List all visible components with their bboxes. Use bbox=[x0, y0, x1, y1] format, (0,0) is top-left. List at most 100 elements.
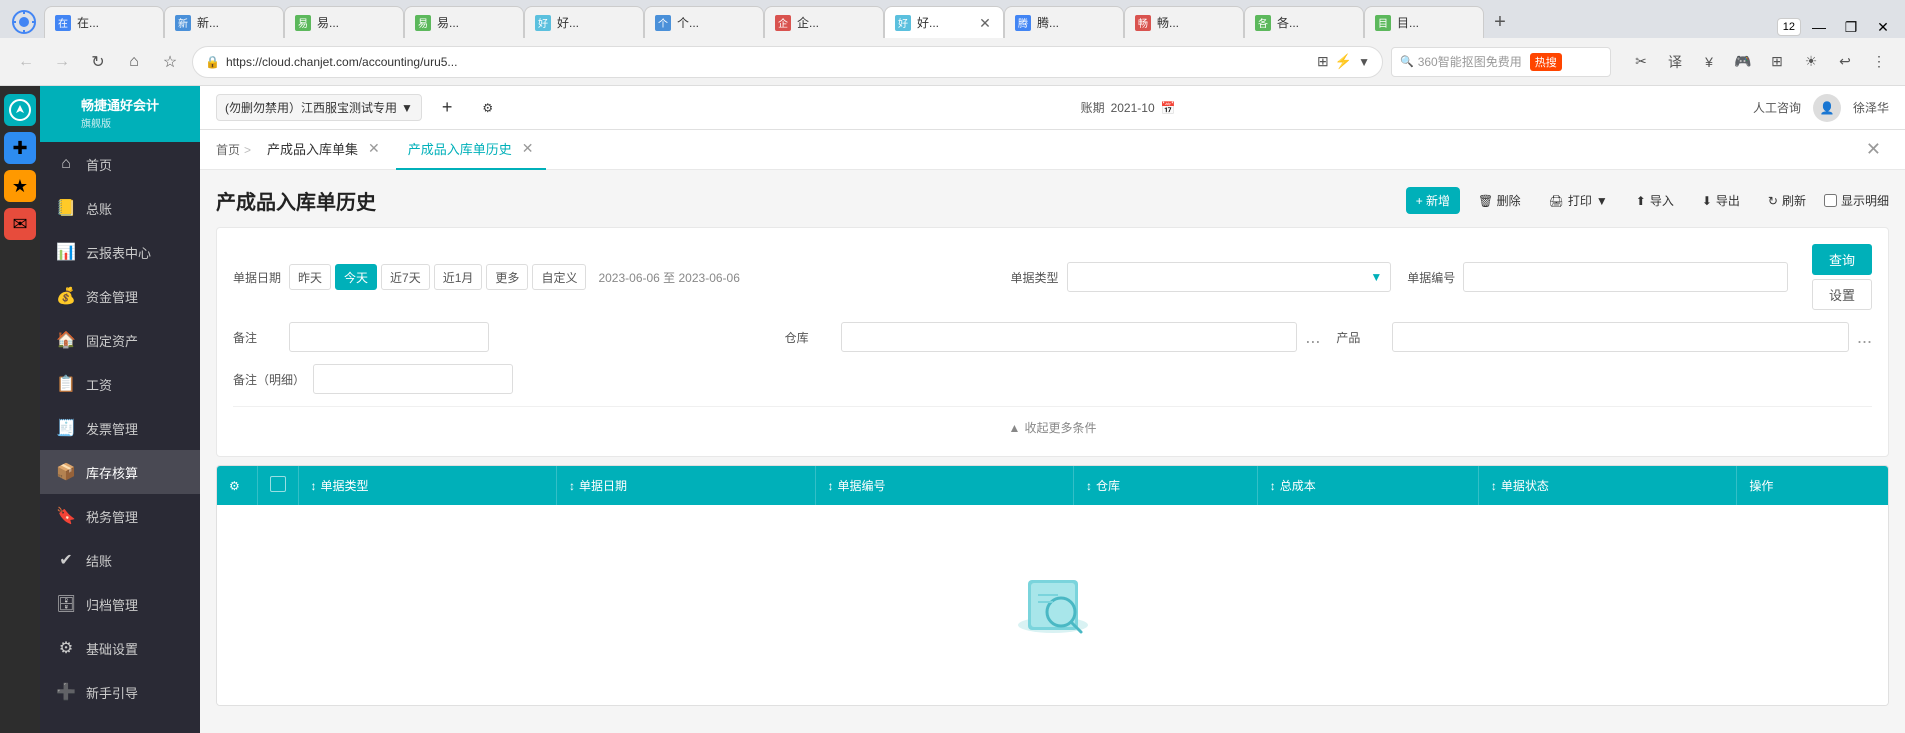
tab-8[interactable]: 好 好... ✕ bbox=[884, 6, 1004, 38]
sidebar-item-invoice[interactable]: 🧾 发票管理 bbox=[40, 406, 200, 450]
sidebar-item-inventory[interactable]: 📦 库存核算 bbox=[40, 450, 200, 494]
grid2-icon[interactable]: ⊞ bbox=[1763, 48, 1791, 76]
bolt-icon[interactable]: ⚡ bbox=[1335, 53, 1352, 70]
sidebar-item-fixed-assets[interactable]: 🏠 固定资产 bbox=[40, 318, 200, 362]
back-button[interactable]: ← bbox=[12, 48, 40, 76]
tab-5[interactable]: 好 好... bbox=[524, 6, 644, 38]
refresh-page-button[interactable]: ↻ 刷新 bbox=[1758, 187, 1816, 214]
breadcrumb-history-close[interactable]: ✕ bbox=[522, 140, 534, 157]
detail-remark-group: 备注（明细） bbox=[233, 364, 1872, 394]
sidebar-item-guide[interactable]: ➕ 新手引导 bbox=[40, 670, 200, 714]
tab-1[interactable]: 在 在... bbox=[44, 6, 164, 38]
tab-9[interactable]: 腾 腾... bbox=[1004, 6, 1124, 38]
app-icon-main[interactable] bbox=[4, 94, 36, 126]
display-detail-label[interactable]: 显示明细 bbox=[1824, 192, 1889, 209]
topbar-settings-button[interactable]: ⚙ bbox=[472, 96, 503, 120]
th-gear[interactable]: ⚙ bbox=[217, 466, 257, 505]
sidebar-item-tax[interactable]: 🔖 税务管理 bbox=[40, 494, 200, 538]
date-btn-month[interactable]: 近1月 bbox=[434, 264, 483, 290]
query-button[interactable]: 查询 bbox=[1812, 244, 1872, 275]
tab-11[interactable]: 各 各... bbox=[1244, 6, 1364, 38]
tab-8-close[interactable]: ✕ bbox=[977, 15, 993, 31]
game-icon[interactable]: 🎮 bbox=[1729, 48, 1757, 76]
sidebar-item-basic[interactable]: ⚙ 基础设置 bbox=[40, 626, 200, 670]
date-btn-yesterday[interactable]: 昨天 bbox=[289, 264, 331, 290]
tab-7[interactable]: 企 企... bbox=[764, 6, 884, 38]
sidebar-item-funds[interactable]: 💰 资金管理 bbox=[40, 274, 200, 318]
tab-10[interactable]: 畅 畅... bbox=[1124, 6, 1244, 38]
sidebar-item-basic-label: 基础设置 bbox=[86, 639, 184, 658]
close-window-button[interactable]: ✕ bbox=[1869, 16, 1897, 38]
maximize-button[interactable]: ❐ bbox=[1837, 16, 1865, 38]
home-button[interactable]: ⌂ bbox=[120, 48, 148, 76]
translate-icon[interactable]: 译 bbox=[1661, 48, 1689, 76]
breadcrumb-tab-list[interactable]: 产成品入库单集 ✕ bbox=[255, 130, 392, 170]
grid-icon[interactable]: ⊞ bbox=[1317, 53, 1329, 70]
app-icon-blue[interactable]: ✚ bbox=[4, 132, 36, 164]
th-check[interactable] bbox=[257, 466, 298, 505]
sun-icon[interactable]: ☀ bbox=[1797, 48, 1825, 76]
export-button[interactable]: ⬇ 导出 bbox=[1692, 187, 1750, 214]
address-dropdown-icon[interactable]: ▼ bbox=[1358, 55, 1370, 69]
sidebar-item-ledger[interactable]: 📒 总账 bbox=[40, 186, 200, 230]
print-button[interactable]: 🖨 🖨 打印 打印 ▼ bbox=[1539, 187, 1618, 214]
doc-no-input[interactable] bbox=[1463, 262, 1788, 292]
th-doc-date[interactable]: ↕ 单据日期 bbox=[557, 466, 816, 505]
sidebar-item-settle[interactable]: ✔ 结账 bbox=[40, 538, 200, 582]
minimize-button[interactable]: — bbox=[1805, 16, 1833, 38]
tab-2[interactable]: 新 新... bbox=[164, 6, 284, 38]
th-doc-status[interactable]: ↕ 单据状态 bbox=[1478, 466, 1737, 505]
yuan-icon[interactable]: ¥ bbox=[1695, 48, 1723, 76]
display-detail-checkbox[interactable] bbox=[1824, 194, 1837, 207]
breadcrumb-tab-history[interactable]: 产成品入库单历史 ✕ bbox=[396, 130, 546, 170]
address-input[interactable]: 🔒 https://cloud.chanjet.com/accounting/u… bbox=[192, 46, 1383, 78]
bookmark-button[interactable]: ☆ bbox=[156, 48, 184, 76]
breadcrumb-home[interactable]: 首页 bbox=[216, 141, 240, 158]
undo-icon[interactable]: ↩ bbox=[1831, 48, 1859, 76]
th-doc-type[interactable]: ↕ 单据类型 bbox=[298, 466, 557, 505]
th-warehouse[interactable]: ↕ 仓库 bbox=[1074, 466, 1258, 505]
ai-consult-link[interactable]: 人工咨询 bbox=[1753, 99, 1801, 116]
remark-input[interactable] bbox=[289, 322, 489, 352]
tab-12[interactable]: 目 目... bbox=[1364, 6, 1484, 38]
360-search-box[interactable]: 🔍 360智能抠图免费用 热搜 bbox=[1391, 47, 1611, 77]
new-tab-button[interactable]: + bbox=[1484, 6, 1516, 38]
add-button[interactable]: + 新增 bbox=[1406, 187, 1460, 214]
warehouse-input[interactable] bbox=[841, 322, 1298, 352]
scissors-icon[interactable]: ✂ bbox=[1627, 48, 1655, 76]
th-doc-no[interactable]: ↕ 单据编号 bbox=[815, 466, 1074, 505]
print-dropdown[interactable]: 🖨 🖨 打印 打印 ▼ bbox=[1539, 187, 1618, 214]
delete-button[interactable]: 🗑 删除 bbox=[1468, 187, 1531, 214]
sidebar-item-cloud-report[interactable]: 📊 云报表中心 bbox=[40, 230, 200, 274]
date-btn-today[interactable]: 今天 bbox=[335, 264, 377, 290]
date-btn-7days[interactable]: 近7天 bbox=[381, 264, 430, 290]
tab-4[interactable]: 易 易... bbox=[404, 6, 524, 38]
date-btn-more[interactable]: 更多 bbox=[486, 264, 528, 290]
date-btn-custom[interactable]: 自定义 bbox=[532, 264, 586, 290]
detail-remark-input[interactable] bbox=[313, 364, 513, 394]
product-more-btn[interactable]: ... bbox=[1857, 327, 1872, 348]
warehouse-more-btn[interactable]: ... bbox=[1305, 327, 1320, 348]
sidebar-item-home[interactable]: ⌂ 首页 bbox=[40, 142, 200, 186]
app-icon-email[interactable]: ✉ bbox=[4, 208, 36, 240]
tab-3[interactable]: 易 易... bbox=[284, 6, 404, 38]
panel-close-button[interactable]: ✕ bbox=[1858, 139, 1889, 160]
breadcrumb-list-close[interactable]: ✕ bbox=[368, 140, 380, 157]
collapse-button[interactable]: ▲ 收起更多条件 bbox=[233, 415, 1872, 440]
import-button[interactable]: ⬆ 导入 bbox=[1626, 187, 1684, 214]
select-all-checkbox[interactable] bbox=[270, 476, 286, 492]
tab-6[interactable]: 个 个... bbox=[644, 6, 764, 38]
sidebar-item-payroll[interactable]: 📋 工资 bbox=[40, 362, 200, 406]
calendar-icon[interactable]: 📅 bbox=[1161, 101, 1176, 115]
th-total-cost[interactable]: ↕ 总成本 bbox=[1257, 466, 1478, 505]
settings-query-button[interactable]: 设置 bbox=[1812, 279, 1872, 310]
forward-button[interactable]: → bbox=[48, 48, 76, 76]
sidebar-item-archive[interactable]: 🗄 归档管理 bbox=[40, 582, 200, 626]
add-org-button[interactable]: + bbox=[434, 95, 461, 120]
app-icon-star[interactable]: ★ bbox=[4, 170, 36, 202]
refresh-button[interactable]: ↻ bbox=[84, 48, 112, 76]
org-select[interactable]: (勿删勿禁用）江西服宝测试专用 ▼ bbox=[216, 94, 422, 121]
product-input[interactable] bbox=[1392, 322, 1849, 352]
doc-type-select[interactable]: ▼ bbox=[1067, 262, 1392, 292]
more-browser-icon[interactable]: ⋮ bbox=[1865, 48, 1893, 76]
